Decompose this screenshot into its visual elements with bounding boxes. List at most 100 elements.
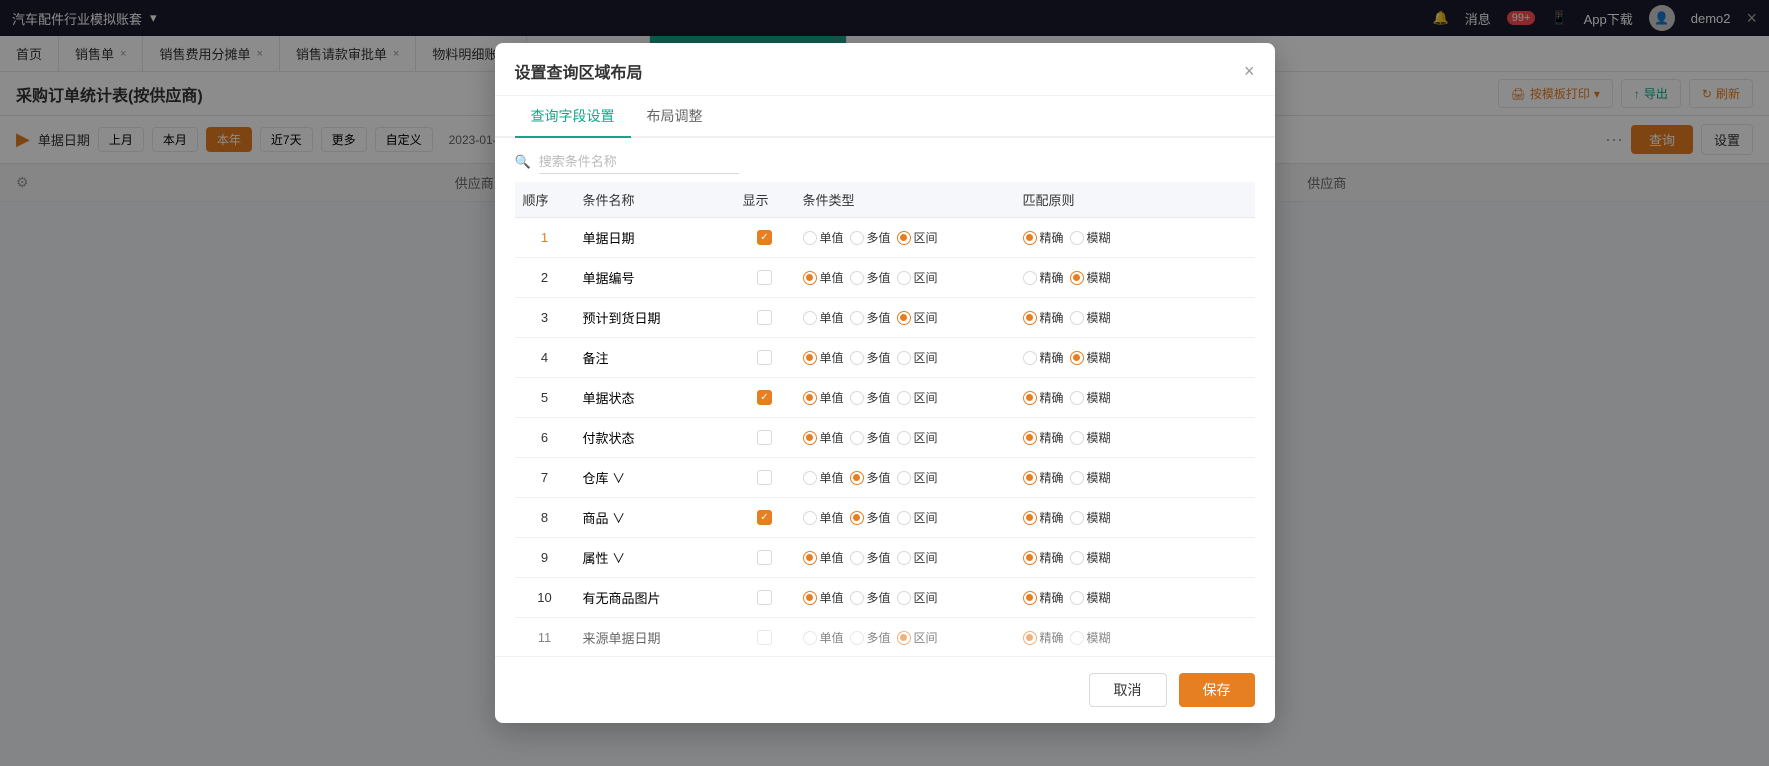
radio-type-单值[interactable]: 单值 xyxy=(803,629,844,646)
radio-match-模糊[interactable]: 模糊 xyxy=(1070,629,1111,646)
checkbox-display[interactable] xyxy=(757,550,772,565)
checkbox-display[interactable] xyxy=(757,270,772,285)
checkbox-display[interactable] xyxy=(757,470,772,485)
row-display-checkbox[interactable]: ✓ xyxy=(735,504,795,531)
row-order: 9 xyxy=(515,544,575,571)
radio-type-多值[interactable]: 多值 xyxy=(850,389,891,406)
radio-type-单值[interactable]: 单值 xyxy=(803,389,844,406)
radio-type-多值[interactable]: 多值 xyxy=(850,469,891,486)
radio-label: 区间 xyxy=(914,629,938,646)
row-condition-name: 单据日期 xyxy=(575,222,735,253)
radio-match-模糊[interactable]: 模糊 xyxy=(1070,549,1111,566)
radio-match-精确[interactable]: 精确 xyxy=(1023,549,1064,566)
radio-type-区间[interactable]: 区间 xyxy=(897,429,938,446)
radio-type-多值[interactable]: 多值 xyxy=(850,629,891,646)
radio-type-多值[interactable]: 多值 xyxy=(850,429,891,446)
row-display-checkbox[interactable] xyxy=(735,344,795,371)
radio-type-区间[interactable]: 区间 xyxy=(897,629,938,646)
radio-type-区间[interactable]: 区间 xyxy=(897,469,938,486)
radio-circle-match xyxy=(1023,311,1037,325)
row-display-checkbox[interactable] xyxy=(735,584,795,611)
radio-match-模糊[interactable]: 模糊 xyxy=(1070,389,1111,406)
radio-match-label: 精确 xyxy=(1040,629,1064,646)
radio-type-区间[interactable]: 区间 xyxy=(897,269,938,286)
radio-type-单值[interactable]: 单值 xyxy=(803,269,844,286)
radio-match-模糊[interactable]: 模糊 xyxy=(1070,429,1111,446)
radio-match-精确[interactable]: 精确 xyxy=(1023,429,1064,446)
radio-match-模糊[interactable]: 模糊 xyxy=(1070,469,1111,486)
radio-type-多值[interactable]: 多值 xyxy=(850,589,891,606)
table-row: 7仓库 ∨单值多值区间精确模糊 xyxy=(515,458,1255,498)
cancel-button[interactable]: 取消 xyxy=(1089,673,1167,707)
radio-match-模糊[interactable]: 模糊 xyxy=(1070,509,1111,526)
radio-type-多值[interactable]: 多值 xyxy=(850,269,891,286)
row-display-checkbox[interactable]: ✓ xyxy=(735,224,795,251)
modal-tabs: 查询字段设置 布局调整 xyxy=(495,96,1275,138)
row-display-checkbox[interactable] xyxy=(735,304,795,331)
radio-match-精确[interactable]: 精确 xyxy=(1023,589,1064,606)
row-display-checkbox[interactable] xyxy=(735,424,795,451)
checkbox-display[interactable] xyxy=(757,430,772,445)
radio-type-区间[interactable]: 区间 xyxy=(897,549,938,566)
radio-circle-match xyxy=(1023,511,1037,525)
radio-type-多值[interactable]: 多值 xyxy=(850,349,891,366)
radio-circle xyxy=(850,351,864,365)
row-match-options: 精确模糊 xyxy=(1015,223,1255,252)
radio-type-区间[interactable]: 区间 xyxy=(897,309,938,326)
radio-match-精确[interactable]: 精确 xyxy=(1023,309,1064,326)
radio-match-精确[interactable]: 精确 xyxy=(1023,469,1064,486)
modal-overlay[interactable]: 设置查询区域布局 × 查询字段设置 布局调整 🔍 顺序 条件名称 显示 条件类型 xyxy=(0,0,1769,766)
radio-type-单值[interactable]: 单值 xyxy=(803,469,844,486)
save-button[interactable]: 保存 xyxy=(1179,673,1255,707)
table-row: 8商品 ∨✓单值多值区间精确模糊 xyxy=(515,498,1255,538)
checkbox-display[interactable] xyxy=(757,350,772,365)
radio-match-精确[interactable]: 精确 xyxy=(1023,509,1064,526)
checkbox-display[interactable] xyxy=(757,310,772,325)
radio-match-精确[interactable]: 精确 xyxy=(1023,269,1064,286)
radio-type-区间[interactable]: 区间 xyxy=(897,589,938,606)
row-condition-name: 仓库 ∨ xyxy=(575,462,735,493)
checkbox-display[interactable]: ✓ xyxy=(757,510,772,525)
table-row: 1单据日期✓单值多值区间精确模糊 xyxy=(515,218,1255,258)
radio-match-模糊[interactable]: 模糊 xyxy=(1070,269,1111,286)
col-header-name: 条件名称 xyxy=(575,190,735,209)
radio-type-多值[interactable]: 多值 xyxy=(850,509,891,526)
radio-circle-match xyxy=(1023,231,1037,245)
radio-match-模糊[interactable]: 模糊 xyxy=(1070,229,1111,246)
radio-type-区间[interactable]: 区间 xyxy=(897,509,938,526)
checkbox-display[interactable] xyxy=(757,630,772,645)
radio-match-模糊[interactable]: 模糊 xyxy=(1070,309,1111,326)
radio-type-多值[interactable]: 多值 xyxy=(850,309,891,326)
search-input[interactable] xyxy=(539,150,739,174)
radio-type-区间[interactable]: 区间 xyxy=(897,349,938,366)
row-display-checkbox[interactable] xyxy=(735,624,795,651)
modal-tab-layout-adjust[interactable]: 布局调整 xyxy=(631,96,719,138)
radio-type-单值[interactable]: 单值 xyxy=(803,229,844,246)
checkbox-display[interactable]: ✓ xyxy=(757,390,772,405)
row-display-checkbox[interactable] xyxy=(735,264,795,291)
radio-match-模糊[interactable]: 模糊 xyxy=(1070,349,1111,366)
radio-match-模糊[interactable]: 模糊 xyxy=(1070,589,1111,606)
radio-type-区间[interactable]: 区间 xyxy=(897,389,938,406)
modal-close-button[interactable]: × xyxy=(1244,62,1255,80)
radio-type-单值[interactable]: 单值 xyxy=(803,589,844,606)
radio-type-区间[interactable]: 区间 xyxy=(897,229,938,246)
checkbox-display[interactable]: ✓ xyxy=(757,230,772,245)
radio-type-单值[interactable]: 单值 xyxy=(803,429,844,446)
radio-type-多值[interactable]: 多值 xyxy=(850,229,891,246)
radio-match-精确[interactable]: 精确 xyxy=(1023,229,1064,246)
radio-match-精确[interactable]: 精确 xyxy=(1023,349,1064,366)
radio-match-精确[interactable]: 精确 xyxy=(1023,389,1064,406)
radio-type-多值[interactable]: 多值 xyxy=(850,549,891,566)
row-display-checkbox[interactable]: ✓ xyxy=(735,384,795,411)
radio-type-单值[interactable]: 单值 xyxy=(803,549,844,566)
radio-match-精确[interactable]: 精确 xyxy=(1023,629,1064,646)
row-display-checkbox[interactable] xyxy=(735,464,795,491)
checkbox-display[interactable] xyxy=(757,590,772,605)
radio-type-单值[interactable]: 单值 xyxy=(803,349,844,366)
radio-type-单值[interactable]: 单值 xyxy=(803,509,844,526)
modal-tab-query-fields[interactable]: 查询字段设置 xyxy=(515,96,631,138)
row-display-checkbox[interactable] xyxy=(735,544,795,571)
radio-type-单值[interactable]: 单值 xyxy=(803,309,844,326)
row-type-options: 单值多值区间 xyxy=(795,503,1015,532)
